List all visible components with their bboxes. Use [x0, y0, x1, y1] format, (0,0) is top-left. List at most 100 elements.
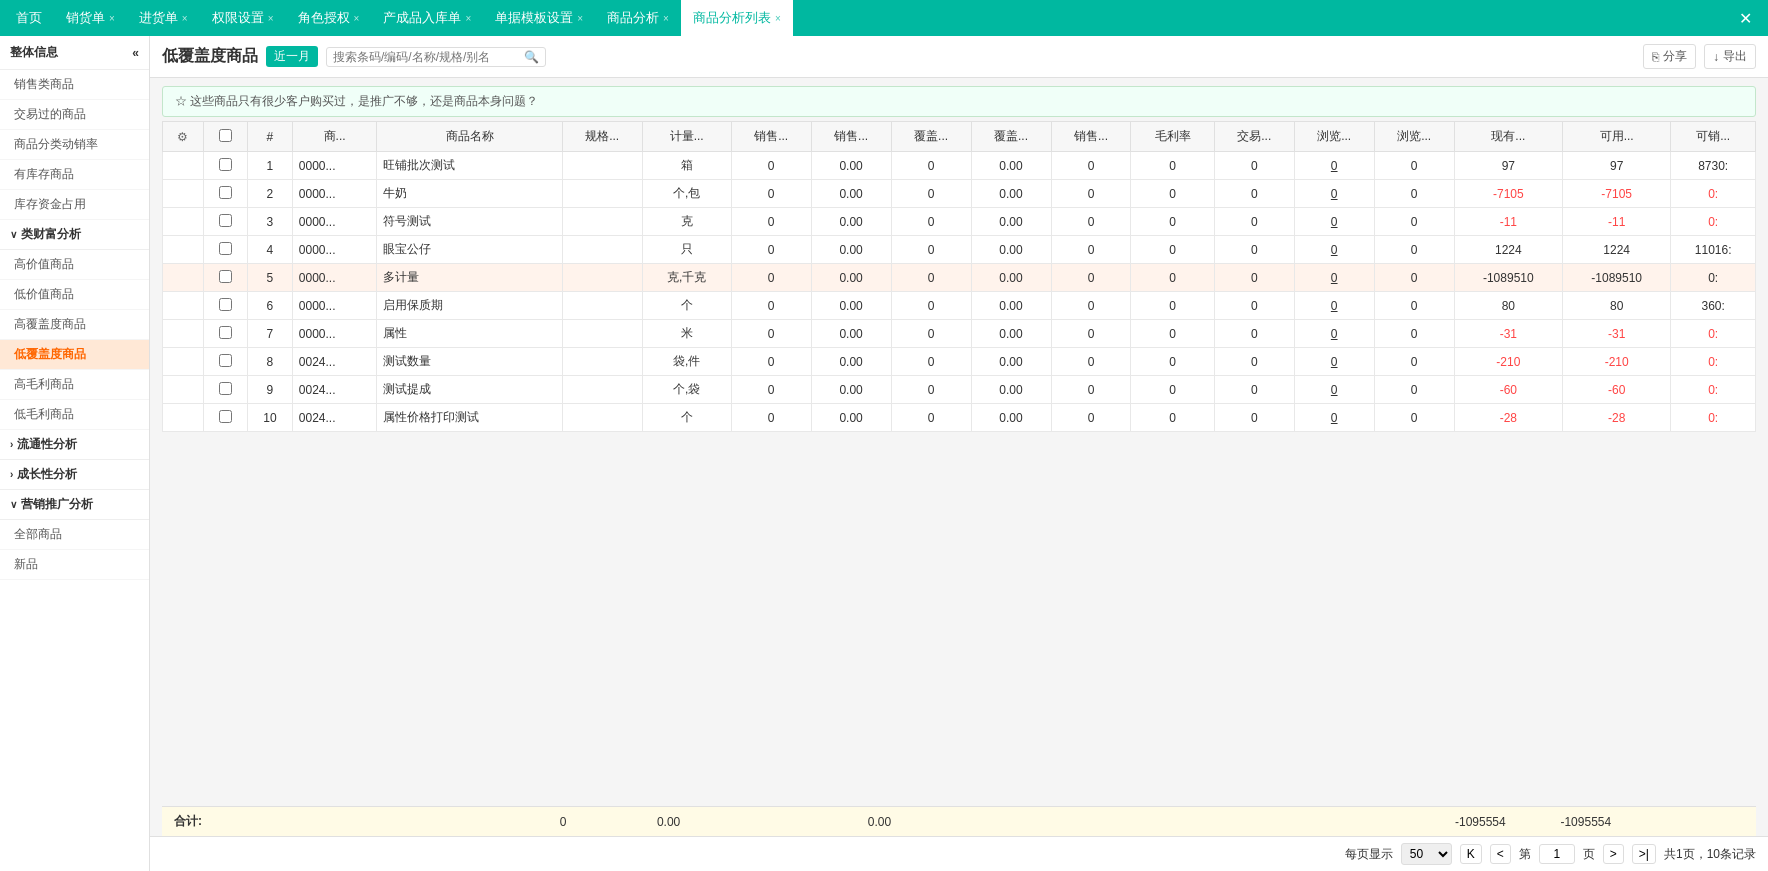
sidebar-item-high-value[interactable]: 高价值商品 — [0, 250, 149, 280]
row-trade: 0 — [1214, 320, 1294, 348]
row-spec — [562, 320, 642, 348]
col-cover-b: 覆盖... — [971, 122, 1051, 152]
sidebar-item-low-value[interactable]: 低价值商品 — [0, 280, 149, 310]
sidebar-item-category-rate[interactable]: 商品分类动销率 — [0, 130, 149, 160]
sidebar-group-growth[interactable]: › 成长性分析 — [0, 460, 149, 490]
close-icon[interactable]: × — [182, 13, 188, 24]
sidebar-item-in-stock[interactable]: 有库存商品 — [0, 160, 149, 190]
row-sales-qty: 0 — [731, 152, 811, 180]
row-browse-a[interactable]: 0 — [1294, 236, 1374, 264]
sidebar-item-low-margin[interactable]: 低毛利商品 — [0, 400, 149, 430]
sidebar-item-high-coverage[interactable]: 高覆盖度商品 — [0, 310, 149, 340]
nav-tab-analysis[interactable]: 商品分析 × — [595, 0, 681, 36]
row-browse-a[interactable]: 0 — [1294, 292, 1374, 320]
close-icon[interactable]: × — [109, 13, 115, 24]
last-page-button[interactable]: >| — [1632, 844, 1656, 864]
sidebar-section-overall[interactable]: 整体信息 « — [0, 36, 149, 70]
row-checkbox[interactable] — [203, 348, 247, 376]
row-sales-qty: 0 — [731, 208, 811, 236]
sidebar-group-liquidity[interactable]: › 流通性分析 — [0, 430, 149, 460]
row-trade: 0 — [1214, 264, 1294, 292]
row-sales-amt: 0.00 — [811, 348, 891, 376]
row-checkbox[interactable] — [203, 292, 247, 320]
next-page-button[interactable]: > — [1603, 844, 1624, 864]
table-row: 6 0000... 启用保质期 个 0 0.00 0 0.00 0 0 0 0 … — [163, 292, 1756, 320]
row-browse-a[interactable]: 0 — [1294, 404, 1374, 432]
first-page-button[interactable]: K — [1460, 844, 1482, 864]
row-browse-a[interactable]: 0 — [1294, 152, 1374, 180]
share-button[interactable]: ⎘ 分享 — [1643, 44, 1696, 69]
row-checkbox[interactable] — [203, 320, 247, 348]
nav-tab-role[interactable]: 角色授权 × — [286, 0, 372, 36]
row-checkbox[interactable] — [203, 180, 247, 208]
close-icon[interactable]: × — [268, 13, 274, 24]
col-settings[interactable]: ⚙ — [163, 122, 204, 152]
table-wrapper[interactable]: ⚙ # 商... 商品名称 规格... 计量... 销售... 销售... 覆盖… — [162, 121, 1756, 806]
sidebar-item-low-coverage[interactable]: 低覆盖度商品 — [0, 340, 149, 370]
close-all-button[interactable]: ✕ — [1727, 9, 1764, 28]
row-browse-a[interactable]: 0 — [1294, 264, 1374, 292]
row-sales-c: 0 — [1051, 208, 1131, 236]
close-icon[interactable]: × — [354, 13, 360, 24]
row-browse-a[interactable]: 0 — [1294, 348, 1374, 376]
sidebar-item-traded-goods[interactable]: 交易过的商品 — [0, 100, 149, 130]
row-cover-b: 0.00 — [971, 404, 1051, 432]
close-icon[interactable]: × — [465, 13, 471, 24]
table-row: 1 0000... 旺铺批次测试 箱 0 0.00 0 0.00 0 0 0 0… — [163, 152, 1756, 180]
col-sales-amt: 销售... — [811, 122, 891, 152]
row-sales-c: 0 — [1051, 152, 1131, 180]
row-sales-qty: 0 — [731, 264, 811, 292]
nav-tab-sales[interactable]: 销货单 × — [54, 0, 127, 36]
row-checkbox[interactable] — [203, 264, 247, 292]
row-browse-a[interactable]: 0 — [1294, 320, 1374, 348]
row-checkbox[interactable] — [203, 152, 247, 180]
sidebar-item-new-goods[interactable]: 新品 — [0, 550, 149, 580]
close-icon[interactable]: × — [663, 13, 669, 24]
row-checkbox[interactable] — [203, 236, 247, 264]
row-name: 牛奶 — [377, 180, 562, 208]
row-unit: 个,包 — [642, 180, 731, 208]
row-browse-b: 0 — [1374, 320, 1454, 348]
select-all-checkbox[interactable] — [219, 129, 232, 142]
row-sales-qty: 0 — [731, 292, 811, 320]
search-icon[interactable]: 🔍 — [524, 50, 539, 64]
sidebar-group-marketing[interactable]: ∨ 营销推广分析 — [0, 490, 149, 520]
row-code: 0024... — [292, 376, 377, 404]
prev-page-button[interactable]: < — [1490, 844, 1511, 864]
row-spec — [562, 152, 642, 180]
table-row: 9 0024... 测试提成 个,袋 0 0.00 0 0.00 0 0 0 0… — [163, 376, 1756, 404]
row-gross-rate: 0 — [1131, 320, 1214, 348]
col-browse-b: 浏览... — [1374, 122, 1454, 152]
col-checkbox[interactable] — [203, 122, 247, 152]
close-icon[interactable]: × — [775, 13, 781, 24]
sidebar-item-high-margin[interactable]: 高毛利商品 — [0, 370, 149, 400]
nav-tab-product[interactable]: 产成品入库单 × — [371, 0, 483, 36]
row-sales-amt: 0.00 — [811, 404, 891, 432]
nav-tab-analysis-list[interactable]: 商品分析列表 × — [681, 0, 793, 36]
page-number-input[interactable] — [1539, 844, 1575, 864]
nav-tab-home[interactable]: 首页 — [4, 0, 54, 36]
totals-bar: 合计: 0 0.00 0.00 -1095554 -1095554 — [162, 806, 1756, 836]
row-gross-rate: 0 — [1131, 208, 1214, 236]
row-checkbox[interactable] — [203, 208, 247, 236]
row-spec — [562, 236, 642, 264]
row-browse-a[interactable]: 0 — [1294, 208, 1374, 236]
sidebar-item-all-goods[interactable]: 全部商品 — [0, 520, 149, 550]
time-filter-button[interactable]: 近一月 — [266, 46, 318, 67]
close-icon[interactable]: × — [577, 13, 583, 24]
sidebar-item-sales-goods[interactable]: 销售类商品 — [0, 70, 149, 100]
export-button[interactable]: ↓ 导出 — [1704, 44, 1756, 69]
row-browse-a[interactable]: 0 — [1294, 376, 1374, 404]
row-checkbox[interactable] — [203, 404, 247, 432]
nav-tab-purchase[interactable]: 进货单 × — [127, 0, 200, 36]
sidebar-item-stock-fund[interactable]: 库存资金占用 — [0, 190, 149, 220]
search-input[interactable] — [333, 50, 520, 64]
row-sales-c: 0 — [1051, 404, 1131, 432]
page-size-select[interactable]: 50 100 200 — [1401, 843, 1452, 865]
sidebar-group-wealth[interactable]: ∨ 类财富分析 — [0, 220, 149, 250]
row-browse-a[interactable]: 0 — [1294, 180, 1374, 208]
nav-tab-template[interactable]: 单据模板设置 × — [483, 0, 595, 36]
nav-tab-permission[interactable]: 权限设置 × — [200, 0, 286, 36]
row-checkbox[interactable] — [203, 376, 247, 404]
export-icon: ↓ — [1713, 50, 1719, 64]
